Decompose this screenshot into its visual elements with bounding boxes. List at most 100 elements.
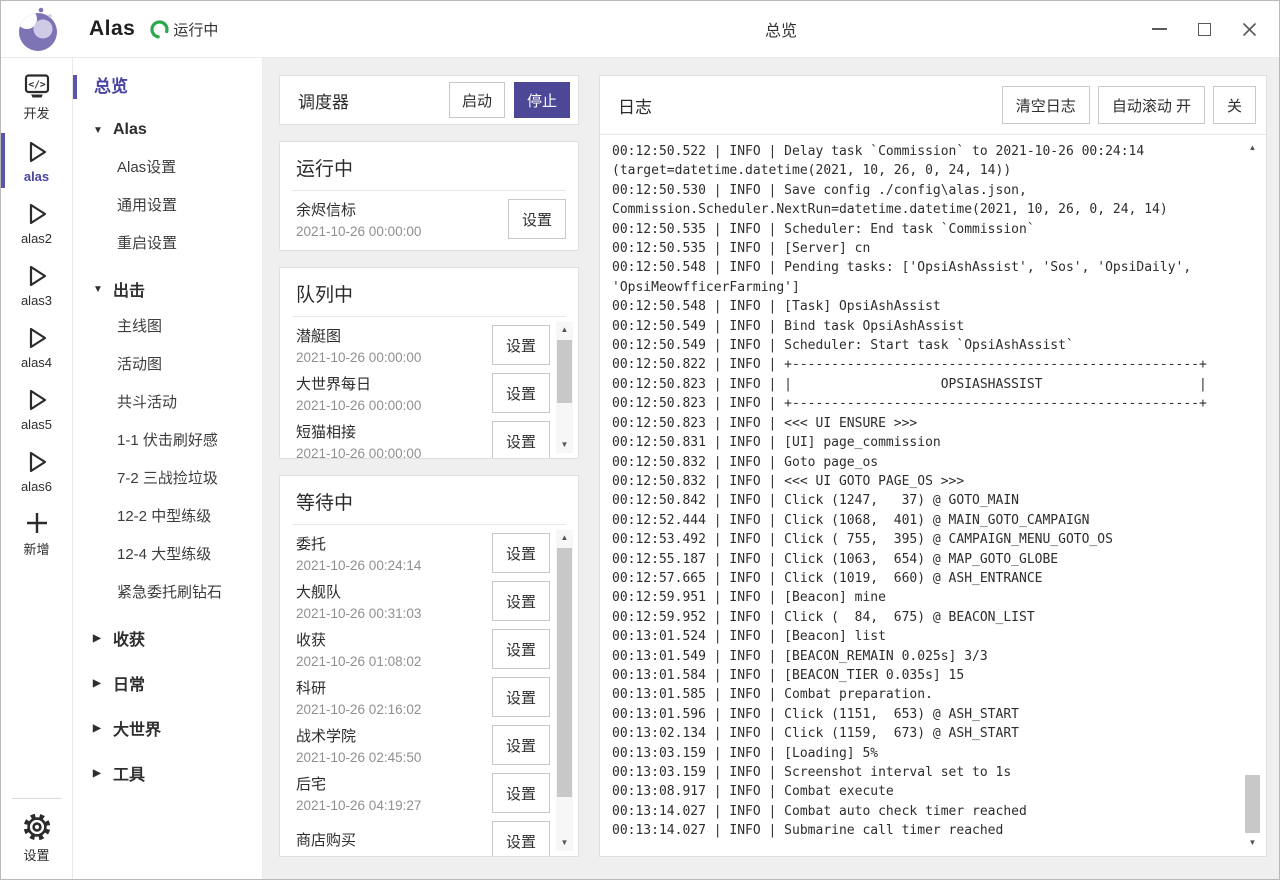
- nav-item[interactable]: 活动图: [73, 346, 262, 384]
- autoscroll-off-button[interactable]: 关: [1213, 86, 1256, 124]
- nav-group-header[interactable]: ▶ 工具: [73, 754, 262, 792]
- maximize-button[interactable]: [1196, 21, 1212, 37]
- task-time: 2021-10-26 02:16:02: [296, 702, 492, 717]
- sidebar-item-label: alas2: [21, 231, 52, 246]
- sidebar-item-instance[interactable]: alas5: [1, 379, 72, 438]
- nav-item[interactable]: Alas设置: [73, 149, 262, 187]
- chevron-icon: ▶: [93, 633, 104, 644]
- log-line: 00:12:59.951 | INFO | [Beacon] mine: [612, 588, 1236, 607]
- log-line: 00:12:50.548 | INFO | [Task] OpsiAshAssi…: [612, 297, 1236, 316]
- task-setting-button[interactable]: 设置: [492, 421, 550, 458]
- task-name: 战术学院: [296, 725, 492, 746]
- nav-group-header[interactable]: ▶ 收获: [73, 619, 262, 657]
- nav-group-items: 主线图活动图共斗活动1-1 伏击刷好感7-2 三战捡垃圾12-2 中型练级12-…: [73, 308, 262, 612]
- sidebar-item-label: 开发: [23, 103, 49, 122]
- scroll-up-icon[interactable]: ▲: [1244, 140, 1261, 156]
- task-setting-button[interactable]: 设置: [492, 581, 550, 621]
- nav-group-header[interactable]: ▶ 大世界: [73, 709, 262, 747]
- task-setting-button[interactable]: 设置: [492, 773, 550, 813]
- task-setting-button[interactable]: 设置: [492, 629, 550, 669]
- task-setting-button[interactable]: 设置: [492, 533, 550, 573]
- log-line: 00:12:57.665 | INFO | Click (1019, 660) …: [612, 569, 1236, 588]
- task-name: 科研: [296, 677, 492, 698]
- scroll-down-icon[interactable]: ▼: [556, 437, 573, 453]
- nav-item[interactable]: 通用设置: [73, 187, 262, 225]
- nav-item[interactable]: 紧急委托刷钻石: [73, 574, 262, 612]
- nav-item[interactable]: 12-4 大型练级: [73, 536, 262, 574]
- log-line: 00:13:01.596 | INFO | Click (1151, 653) …: [612, 705, 1236, 724]
- nav-group: ▶ 工具: [73, 754, 262, 792]
- task-row: 潜艇图 2021-10-26 00:00:00 设置: [296, 321, 550, 369]
- nav-item[interactable]: 主线图: [73, 308, 262, 346]
- sidebar-item-instance[interactable]: alas3: [1, 255, 72, 314]
- scroll-up-icon[interactable]: ▲: [556, 322, 573, 338]
- sidebar-item-instance[interactable]: alas6: [1, 441, 72, 500]
- scroll-down-icon[interactable]: ▼: [556, 835, 573, 851]
- nav-group-header[interactable]: ▶ 日常: [73, 664, 262, 702]
- scheduler-card: 调度器 启动 停止: [279, 75, 579, 125]
- log-line: 00:12:50.823 | INFO | <<< UI ENSURE >>>: [612, 414, 1236, 433]
- play-icon: [23, 200, 51, 228]
- sidebar-item-instance[interactable]: alas2: [1, 193, 72, 252]
- scroll-down-icon[interactable]: ▼: [1244, 835, 1261, 851]
- task-setting-button[interactable]: 设置: [492, 725, 550, 765]
- running-title: 运行中: [292, 142, 566, 191]
- queued-scrollbar[interactable]: ▲ ▼: [556, 322, 573, 453]
- sidebar-item-settings[interactable]: 设置: [1, 805, 72, 870]
- sidebar-item-instance[interactable]: alas4: [1, 317, 72, 376]
- task-row: 大舰队 2021-10-26 00:31:03 设置: [296, 577, 550, 625]
- task-setting-button[interactable]: 设置: [508, 199, 566, 239]
- sidebar-item-label: 新增: [23, 539, 49, 558]
- svg-text:</>: </>: [28, 80, 45, 91]
- nav-item[interactable]: 1-1 伏击刷好感: [73, 422, 262, 460]
- chevron-icon: ▼: [93, 125, 104, 136]
- waiting-list: 委托 2021-10-26 00:24:14 设置 大舰队 2021-10-26…: [280, 525, 578, 856]
- scroll-thumb[interactable]: [1245, 775, 1260, 833]
- close-button[interactable]: [1241, 21, 1257, 37]
- task-setting-button[interactable]: 设置: [492, 677, 550, 717]
- log-line: 00:13:08.917 | INFO | Combat execute: [612, 782, 1236, 801]
- plus-icon: [24, 510, 50, 536]
- nav-item[interactable]: 12-2 中型练级: [73, 498, 262, 536]
- start-button[interactable]: 启动: [449, 82, 505, 118]
- autoscroll-on-button[interactable]: 自动滚动 开: [1098, 86, 1205, 124]
- waiting-scrollbar[interactable]: ▲ ▼: [556, 530, 573, 851]
- nav-group-header[interactable]: ▼ 出击: [73, 270, 262, 308]
- task-setting-button[interactable]: 设置: [492, 373, 550, 413]
- waiting-card: 等待中 委托 2021-10-26 00:24:14 设置: [279, 475, 579, 857]
- nav-item[interactable]: 共斗活动: [73, 384, 262, 422]
- divider: [12, 798, 62, 799]
- nav-group-header[interactable]: ▼ Alas: [73, 111, 262, 149]
- sidebar-item-add[interactable]: 新增: [1, 503, 72, 564]
- stop-button[interactable]: 停止: [514, 82, 570, 118]
- nav-group-label: 日常: [113, 671, 145, 695]
- task-name: 委托: [296, 533, 492, 554]
- minimize-button[interactable]: [1151, 21, 1167, 37]
- nav-menu: 总览 ▼ Alas Alas设置通用设置重启设置 ▼: [73, 58, 263, 879]
- log-card: 日志 清空日志 自动滚动 开 关 00:12:50.522 | INFO | D…: [599, 75, 1267, 857]
- log-line: Commission.Scheduler.NextRun=datetime.da…: [612, 200, 1236, 219]
- task-setting-button[interactable]: 设置: [492, 821, 550, 856]
- nav-item[interactable]: 重启设置: [73, 225, 262, 263]
- log-line: 00:12:55.187 | INFO | Click (1063, 654) …: [612, 550, 1236, 569]
- log-line: 00:12:50.831 | INFO | [UI] page_commissi…: [612, 433, 1236, 452]
- scroll-thumb[interactable]: [557, 340, 572, 403]
- selection-indicator: [1, 133, 5, 188]
- nav-group-label: 大世界: [113, 716, 161, 740]
- log-title: 日志: [618, 93, 652, 118]
- scroll-up-icon[interactable]: ▲: [556, 530, 573, 546]
- task-name: 短猫相接: [296, 421, 492, 442]
- clear-log-button[interactable]: 清空日志: [1002, 86, 1090, 124]
- task-setting-button[interactable]: 设置: [492, 325, 550, 365]
- scroll-thumb[interactable]: [557, 548, 572, 797]
- log-scrollbar[interactable]: ▲ ▼: [1244, 140, 1261, 851]
- nav-item[interactable]: 7-2 三战捡垃圾: [73, 460, 262, 498]
- nav-group-label: 收获: [113, 626, 145, 650]
- nav-item-overview[interactable]: 总览: [73, 70, 262, 104]
- sidebar-item-label: alas: [24, 169, 49, 184]
- sidebar-item-dev[interactable]: </> 开发: [1, 66, 72, 128]
- sidebar-item-instance[interactable]: alas: [1, 131, 72, 190]
- task-time: 2021-10-26 00:00:00: [296, 350, 492, 365]
- chevron-icon: ▶: [93, 678, 104, 689]
- log-line: 00:12:50.549 | INFO | Scheduler: Start t…: [612, 336, 1236, 355]
